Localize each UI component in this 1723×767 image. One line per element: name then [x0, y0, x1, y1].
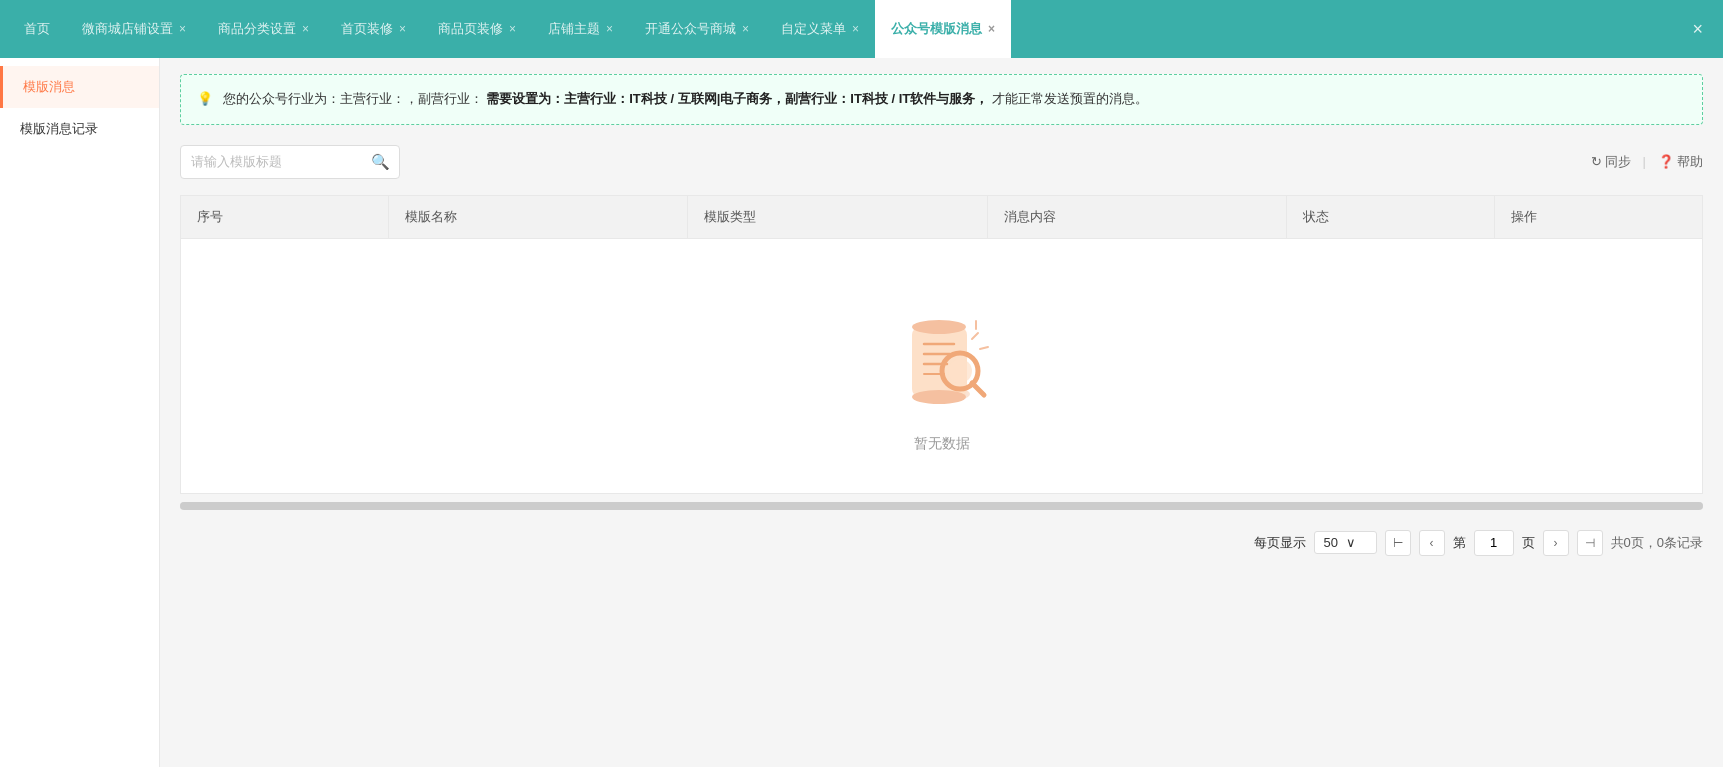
page-label: 第	[1453, 534, 1466, 552]
empty-state: 暂无数据	[181, 239, 1702, 493]
nav-tab-open-mall[interactable]: 开通公众号商城 ×	[629, 0, 765, 58]
sync-icon: ↻	[1591, 154, 1602, 169]
sidebar-item-template-msg-records[interactable]: 模版消息记录	[0, 108, 159, 150]
nav-tab-home[interactable]: 首页	[8, 0, 66, 58]
col-header-index: 序号	[181, 195, 389, 238]
last-page-button[interactable]: ⊣	[1577, 530, 1603, 556]
sync-button[interactable]: ↻ 同步	[1591, 153, 1631, 171]
svg-line-12	[980, 347, 988, 349]
sidebar-item-template-msg[interactable]: 模版消息	[0, 66, 159, 108]
first-page-button[interactable]: ⊢	[1385, 530, 1411, 556]
col-header-action: 操作	[1495, 195, 1703, 238]
next-page-button[interactable]: ›	[1543, 530, 1569, 556]
main-layout: 模版消息模版消息记录 💡 您的公众号行业为：主营行业：，副营行业： 需要设置为：…	[0, 58, 1723, 767]
page-size-select[interactable]: 50 ∨	[1314, 531, 1376, 554]
pagination: 每页显示 50 ∨ ⊢ ‹ 第 页 › ⊣ 共0页，0条记录	[180, 518, 1703, 568]
sync-label: 同步	[1605, 153, 1631, 171]
nav-tab-store-settings[interactable]: 微商城店铺设置 ×	[66, 0, 202, 58]
search-input[interactable]	[180, 145, 400, 179]
close-tab-product-decoration[interactable]: ×	[509, 22, 516, 36]
nav-tab-store-theme[interactable]: 店铺主题 ×	[532, 0, 629, 58]
page-size-value: 50	[1323, 535, 1337, 550]
page-unit: 页	[1522, 534, 1535, 552]
close-all-button[interactable]: ×	[1680, 19, 1715, 40]
close-tab-open-mall[interactable]: ×	[742, 22, 749, 36]
col-header-name: 模版名称	[388, 195, 687, 238]
notice-icon: 💡	[197, 91, 213, 106]
horizontal-scrollbar[interactable]	[180, 502, 1703, 510]
help-label: 帮助	[1677, 153, 1703, 171]
page-number-input[interactable]	[1474, 530, 1514, 556]
col-header-status: 状态	[1287, 195, 1495, 238]
svg-point-3	[912, 390, 966, 404]
page-size-arrow: ∨	[1346, 535, 1356, 550]
empty-text: 暂无数据	[181, 435, 1702, 453]
notice-box: 💡 您的公众号行业为：主营行业：，副营行业： 需要设置为：主营行业：IT科技 /…	[180, 74, 1703, 125]
close-tab-store-settings[interactable]: ×	[179, 22, 186, 36]
search-bar: 🔍 ↻ 同步 | ❓ 帮助	[180, 145, 1703, 179]
svg-point-2	[912, 320, 966, 334]
search-input-wrap: 🔍	[180, 145, 400, 179]
search-left: 🔍	[180, 145, 400, 179]
notice-prefix: 您的公众号行业为：主营行业：，副营行业：	[223, 91, 483, 106]
close-tab-store-theme[interactable]: ×	[606, 22, 613, 36]
help-button[interactable]: ❓ 帮助	[1658, 153, 1703, 171]
search-right: ↻ 同步 | ❓ 帮助	[1591, 153, 1703, 171]
help-icon: ❓	[1658, 154, 1674, 169]
nav-tab-custom-menu[interactable]: 自定义菜单 ×	[765, 0, 875, 58]
content-area: 💡 您的公众号行业为：主营行业：，副营行业： 需要设置为：主营行业：IT科技 /…	[160, 58, 1723, 767]
data-table: 序号模版名称模版类型消息内容状态操作	[180, 195, 1703, 494]
nav-tab-category-settings[interactable]: 商品分类设置 ×	[202, 0, 325, 58]
top-nav: 首页微商城店铺设置 ×商品分类设置 ×首页装修 ×商品页装修 ×店铺主题 ×开通…	[0, 0, 1723, 58]
svg-point-9	[948, 359, 972, 383]
col-header-type: 模版类型	[688, 195, 987, 238]
page-size-label: 每页显示	[1254, 534, 1306, 552]
close-tab-category-settings[interactable]: ×	[302, 22, 309, 36]
notice-highlight: 需要设置为：主营行业：IT科技 / 互联网|电子商务，副营行业：IT科技 / I…	[486, 91, 988, 106]
nav-tab-product-decoration[interactable]: 商品页装修 ×	[422, 0, 532, 58]
nav-tab-home-decoration[interactable]: 首页装修 ×	[325, 0, 422, 58]
notice-suffix: 才能正常发送预置的消息。	[992, 91, 1148, 106]
close-tab-custom-menu[interactable]: ×	[852, 22, 859, 36]
svg-line-11	[972, 333, 978, 339]
col-header-content: 消息内容	[987, 195, 1286, 238]
divider: |	[1643, 154, 1646, 169]
svg-line-10	[972, 383, 984, 395]
close-tab-home-decoration[interactable]: ×	[399, 22, 406, 36]
close-tab-template-msg[interactable]: ×	[988, 22, 995, 36]
sidebar: 模版消息模版消息记录	[0, 58, 160, 767]
nav-tab-template-msg[interactable]: 公众号模版消息 ×	[875, 0, 1011, 58]
empty-illustration	[882, 299, 1002, 419]
search-icon[interactable]: 🔍	[371, 153, 390, 171]
total-info: 共0页，0条记录	[1611, 534, 1703, 552]
scroll-thumb[interactable]	[180, 502, 1703, 510]
prev-page-button[interactable]: ‹	[1419, 530, 1445, 556]
